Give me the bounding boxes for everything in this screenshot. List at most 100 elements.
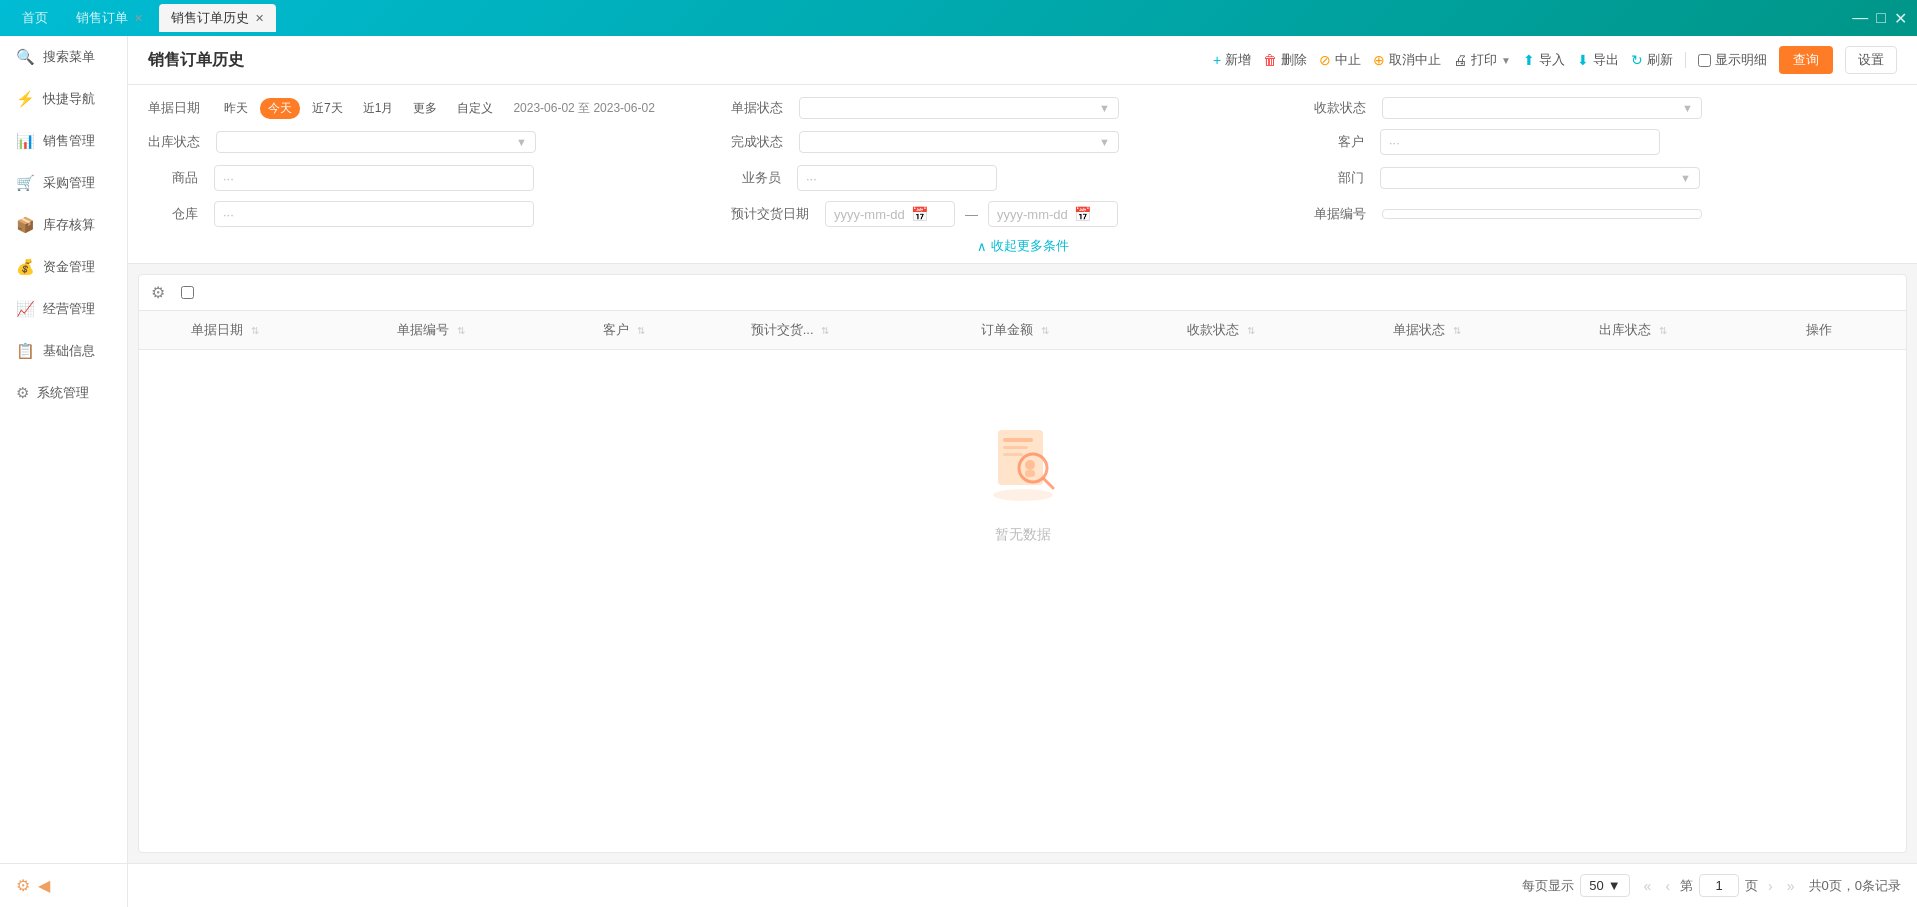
date-tab-last1m[interactable]: 近1月 — [355, 98, 402, 119]
sidebar-item-search-menu[interactable]: 🔍 搜索菜单 — [0, 36, 127, 78]
date-tab-custom[interactable]: 自定义 — [449, 98, 501, 119]
department-select[interactable]: ▼ — [1380, 167, 1700, 189]
stop-button[interactable]: ⊘ 中止 — [1319, 51, 1361, 69]
customer-input[interactable]: ··· — [1380, 129, 1660, 155]
page-number-input[interactable] — [1699, 874, 1739, 897]
query-button[interactable]: 查询 — [1779, 46, 1833, 74]
th-bill-date[interactable]: 单据日期 ⇅ — [179, 311, 385, 350]
sidebar-item-sales-mgmt-label: 销售管理 — [43, 132, 95, 150]
settings-button[interactable]: 设置 — [1845, 46, 1897, 74]
payment-status-select[interactable]: ▼ — [1382, 97, 1702, 119]
stop-button-label: 中止 — [1335, 51, 1361, 69]
select-all-checkbox[interactable] — [181, 286, 194, 299]
delivery-start-input[interactable]: yyyy-mm-dd 📅 — [825, 201, 955, 227]
empty-svg — [973, 410, 1073, 510]
tab-home[interactable]: 首页 — [10, 4, 60, 32]
bill-status-label: 单据状态 — [731, 99, 793, 117]
tab-sales-order-history[interactable]: 销售订单历史 ✕ — [159, 4, 276, 32]
th-order-amount[interactable]: 订单金额 ⇅ — [969, 311, 1175, 350]
svg-rect-8 — [1025, 470, 1035, 477]
sidebar-item-sys-mgmt[interactable]: ⚙ 系统管理 — [0, 372, 127, 414]
maximize-button[interactable]: □ — [1876, 9, 1886, 27]
th-payment-status-label: 收款状态 — [1187, 322, 1239, 337]
sidebar-item-purchase-mgmt[interactable]: 🛒 采购管理 — [0, 162, 127, 204]
filter-delivery-date-col: 预计交货日期 yyyy-mm-dd 📅 — yyyy-mm-dd 📅 — [731, 201, 1314, 227]
date-tab-today[interactable]: 今天 — [260, 98, 300, 119]
date-tab-more[interactable]: 更多 — [405, 98, 445, 119]
bill-status-select[interactable]: ▼ — [799, 97, 1119, 119]
tab-sales-order-close[interactable]: ✕ — [134, 12, 143, 25]
show-detail-checkbox-label[interactable]: 显示明细 — [1698, 51, 1767, 69]
delivery-end-input[interactable]: yyyy-mm-dd 📅 — [988, 201, 1118, 227]
bill-number-input[interactable] — [1382, 209, 1702, 219]
sidebar-collapse-icon[interactable]: ◀ — [38, 876, 50, 895]
tab-sales-order[interactable]: 销售订单 ✕ — [64, 4, 155, 32]
th-delivery-date-sort: ⇅ — [821, 325, 829, 336]
sidebar-item-base-info[interactable]: 📋 基础信息 — [0, 330, 127, 372]
th-payment-status-sort: ⇅ — [1247, 325, 1255, 336]
th-bill-number[interactable]: 单据编号 ⇅ — [385, 311, 591, 350]
tab-sales-order-history-close[interactable]: ✕ — [255, 12, 264, 25]
sidebar-item-operations[interactable]: 📈 经营管理 — [0, 288, 127, 330]
delivery-start-calendar-icon[interactable]: 📅 — [911, 206, 928, 222]
new-button[interactable]: + 新增 — [1213, 51, 1251, 69]
last-page-button[interactable]: » — [1783, 876, 1799, 896]
salesperson-input[interactable]: ··· — [797, 165, 997, 191]
filter-payment-status-col: 收款状态 ▼ — [1314, 97, 1897, 119]
minimize-button[interactable]: — — [1852, 9, 1868, 27]
filter-goods-col: 商品 ··· — [148, 165, 731, 191]
sidebar-item-quick-nav[interactable]: ⚡ 快捷导航 — [0, 78, 127, 120]
warehouse-input[interactable]: ··· — [214, 201, 534, 227]
th-customer-sort: ⇅ — [637, 325, 645, 336]
date-tab-yesterday[interactable]: 昨天 — [216, 98, 256, 119]
sys-mgmt-icon: ⚙ — [16, 384, 29, 402]
complete-status-select[interactable]: ▼ — [799, 131, 1119, 153]
next-page-button[interactable]: › — [1764, 876, 1777, 896]
date-tab-last7[interactable]: 近7天 — [304, 98, 351, 119]
sidebar-bottom: ⚙ ◀ — [0, 863, 127, 907]
cancel-stop-button[interactable]: ⊕ 取消中止 — [1373, 51, 1441, 69]
page-label: 第 — [1680, 877, 1693, 895]
toolbar: + 新增 🗑 删除 ⊘ 中止 ⊕ 取消中止 🖨 打印 — [1213, 46, 1897, 74]
first-page-button[interactable]: « — [1640, 876, 1656, 896]
refresh-button[interactable]: ↻ 刷新 — [1631, 51, 1673, 69]
goods-dots: ··· — [223, 171, 234, 186]
sidebar-item-inventory[interactable]: 📦 库存核算 — [0, 204, 127, 246]
sidebar-item-finance[interactable]: 💰 资金管理 — [0, 246, 127, 288]
th-outbound-status-sort: ⇅ — [1659, 325, 1667, 336]
svg-point-7 — [1025, 460, 1035, 470]
outbound-status-select[interactable]: ▼ — [216, 131, 536, 153]
customer-label: 客户 — [1314, 133, 1374, 151]
sales-mgmt-icon: 📊 — [16, 132, 35, 150]
filter-row-4: 仓库 ··· 预计交货日期 yyyy-mm-dd 📅 — yyyy-mm-dd … — [148, 201, 1897, 227]
page-nav: « ‹ 第 页 › » — [1640, 874, 1799, 897]
delivery-date-label: 预计交货日期 — [731, 205, 819, 223]
collapse-link[interactable]: ∧ 收起更多条件 — [148, 237, 1897, 255]
search-menu-icon: 🔍 — [16, 48, 35, 66]
delete-button[interactable]: 🗑 删除 — [1263, 51, 1307, 69]
th-bill-status[interactable]: 单据状态 ⇅ — [1381, 311, 1587, 350]
goods-input[interactable]: ··· — [214, 165, 534, 191]
import-button-label: 导入 — [1539, 51, 1565, 69]
export-button[interactable]: ⬇ 导出 — [1577, 51, 1619, 69]
per-page-arrow: ▼ — [1608, 878, 1621, 893]
svg-rect-4 — [1003, 453, 1023, 456]
import-button[interactable]: ⬆ 导入 — [1523, 51, 1565, 69]
delivery-end-calendar-icon[interactable]: 📅 — [1074, 206, 1091, 222]
print-button[interactable]: 🖨 打印 ▼ — [1453, 51, 1511, 69]
table-settings-icon[interactable]: ⚙ — [151, 283, 165, 302]
close-button[interactable]: ✕ — [1894, 9, 1907, 28]
prev-page-button[interactable]: ‹ — [1661, 876, 1674, 896]
th-customer[interactable]: 客户 ⇅ — [591, 311, 739, 350]
table-area: ⚙ 单据日期 ⇅ 单据编号 ⇅ — [138, 274, 1907, 853]
th-payment-status[interactable]: 收款状态 ⇅ — [1175, 311, 1381, 350]
th-delivery-date-label: 预计交货... — [751, 322, 814, 337]
th-outbound-status[interactable]: 出库状态 ⇅ — [1587, 311, 1793, 350]
show-detail-checkbox[interactable] — [1698, 54, 1711, 67]
sidebar-settings-icon[interactable]: ⚙ — [16, 876, 30, 895]
print-dropdown-icon[interactable]: ▼ — [1501, 55, 1511, 66]
th-delivery-date[interactable]: 预计交货... ⇅ — [739, 311, 969, 350]
sidebar-item-sales-mgmt[interactable]: 📊 销售管理 — [0, 120, 127, 162]
sidebar: 🔍 搜索菜单 ⚡ 快捷导航 📊 销售管理 🛒 采购管理 📦 库存核算 💰 资金管… — [0, 36, 128, 907]
per-page-select[interactable]: 50 ▼ — [1580, 874, 1629, 897]
